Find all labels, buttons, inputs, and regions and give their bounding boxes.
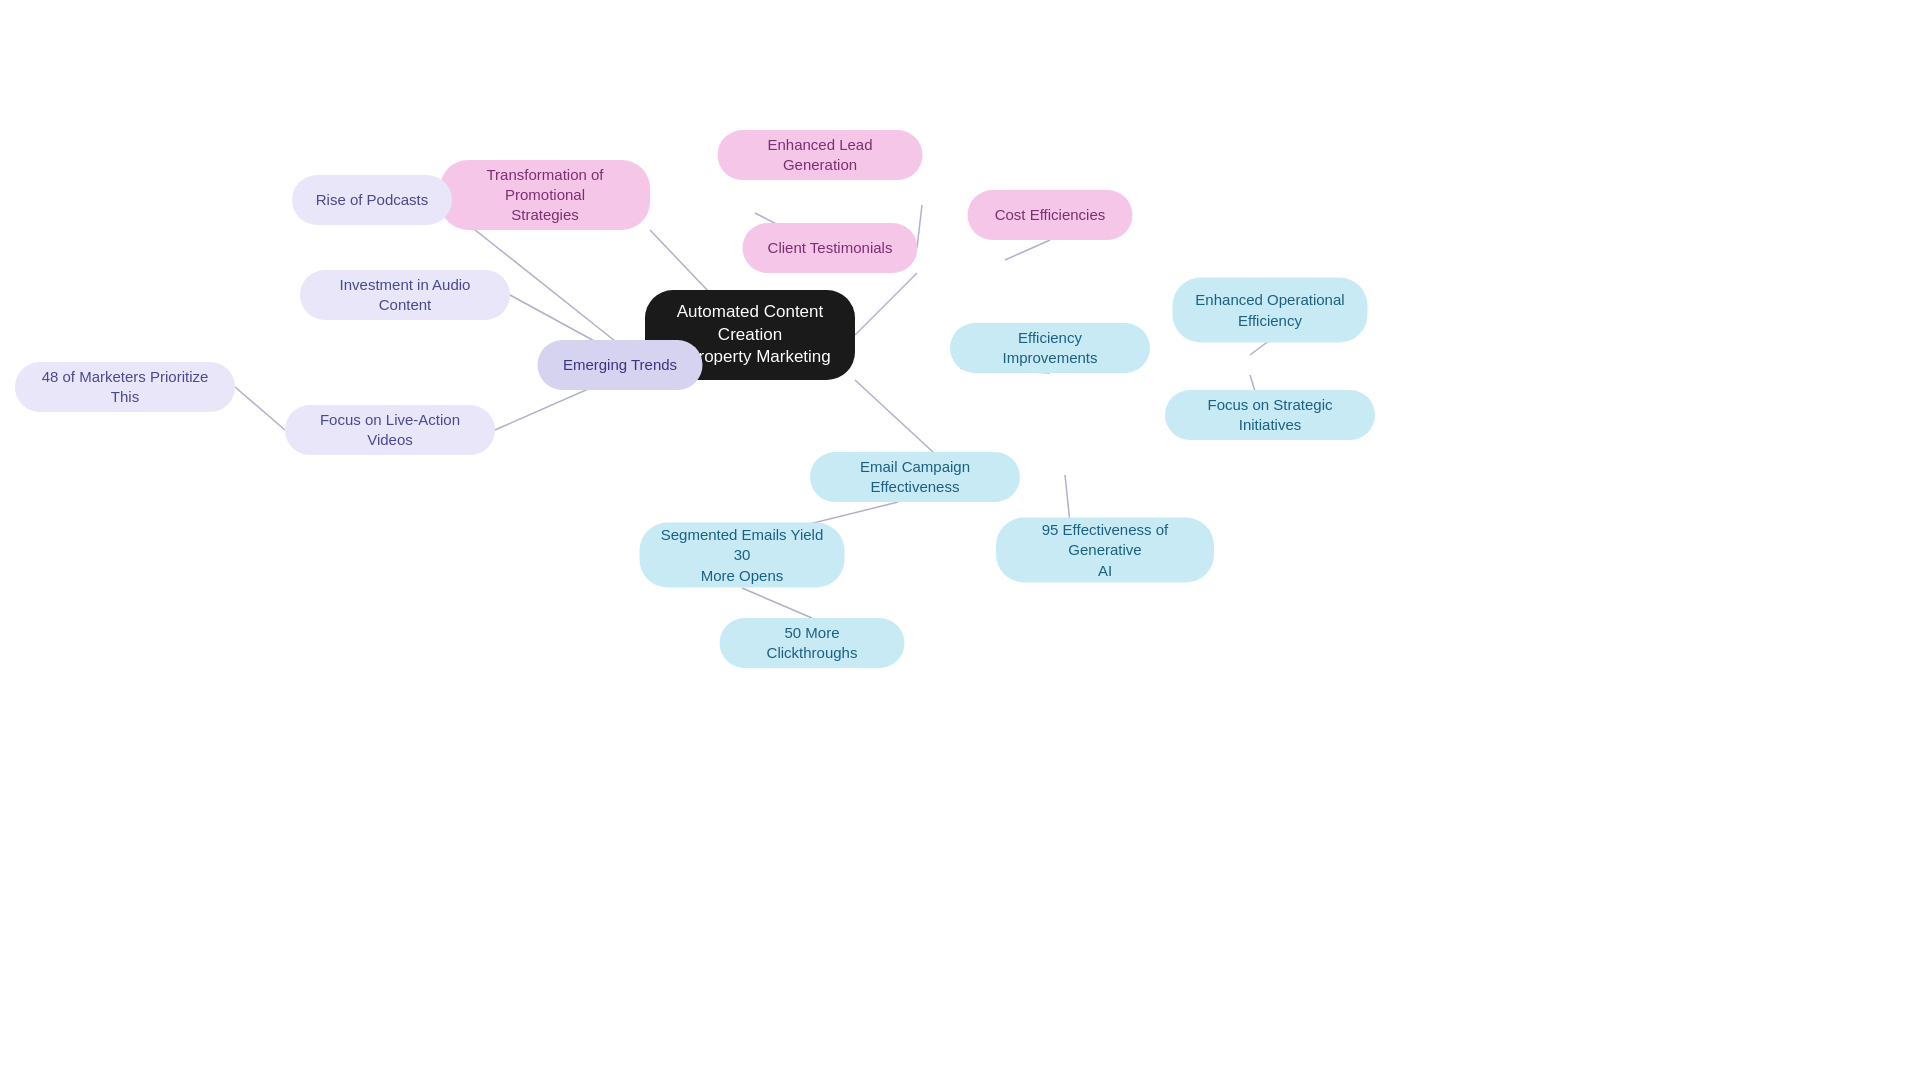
transformation-promotional-node[interactable]: Transformation of Promotional Strategies	[440, 160, 650, 230]
fifty-more-clickthroughs-node[interactable]: 50 More Clickthroughs	[720, 618, 905, 668]
svg-line-1	[917, 205, 922, 248]
focus-strategic-initiatives-label: Focus on Strategic Initiatives	[1185, 395, 1355, 436]
svg-line-10	[742, 588, 812, 618]
svg-line-0	[855, 273, 917, 335]
rise-of-podcasts-label: Rise of Podcasts	[316, 190, 429, 210]
svg-line-11	[1065, 475, 1070, 523]
rise-of-podcasts-node[interactable]: Rise of Podcasts	[292, 175, 452, 225]
segmented-emails-node[interactable]: Segmented Emails Yield 30 More Opens	[640, 523, 845, 588]
fifty-more-clickthroughs-label: 50 More Clickthroughs	[740, 623, 885, 664]
investment-audio-content-node[interactable]: Investment in Audio Content	[300, 270, 510, 320]
transformation-promotional-label: Transformation of Promotional Strategies	[460, 165, 630, 226]
investment-audio-content-label: Investment in Audio Content	[320, 275, 490, 316]
efficiency-improvements-label: Efficiency Improvements	[970, 328, 1130, 369]
svg-line-16	[235, 387, 285, 430]
emerging-trends-label: Emerging Trends	[563, 355, 677, 375]
efficiency-improvements-node[interactable]: Efficiency Improvements	[950, 323, 1150, 373]
marketers-prioritize-node[interactable]: 48 of Marketers Prioritize This	[15, 362, 235, 412]
enhanced-operational-efficiency-label: Enhanced Operational Efficiency	[1195, 290, 1344, 331]
enhanced-lead-generation-node[interactable]: Enhanced Lead Generation	[718, 130, 923, 180]
focus-live-action-videos-label: Focus on Live-Action Videos	[305, 410, 475, 451]
email-campaign-effectiveness-node[interactable]: Email Campaign Effectiveness	[810, 452, 1020, 502]
svg-line-2	[1005, 240, 1050, 260]
marketers-prioritize-label: 48 of Marketers Prioritize This	[35, 367, 215, 408]
enhanced-lead-generation-label: Enhanced Lead Generation	[738, 135, 903, 176]
cost-efficiencies-label: Cost Efficiencies	[995, 205, 1106, 225]
focus-live-action-videos-node[interactable]: Focus on Live-Action Videos	[285, 405, 495, 455]
enhanced-operational-efficiency-node[interactable]: Enhanced Operational Efficiency	[1173, 278, 1368, 343]
client-testimonials-label: Client Testimonials	[768, 238, 893, 258]
email-campaign-effectiveness-label: Email Campaign Effectiveness	[830, 457, 1000, 498]
effectiveness-generative-ai-node[interactable]: 95 Effectiveness of Generative AI	[996, 518, 1214, 583]
client-testimonials-node[interactable]: Client Testimonials	[743, 223, 918, 273]
emerging-trends-node[interactable]: Emerging Trends	[538, 340, 703, 390]
segmented-emails-label: Segmented Emails Yield 30 More Opens	[660, 525, 825, 586]
cost-efficiencies-node[interactable]: Cost Efficiencies	[968, 190, 1133, 240]
effectiveness-generative-ai-label: 95 Effectiveness of Generative AI	[1016, 520, 1194, 581]
focus-strategic-initiatives-node[interactable]: Focus on Strategic Initiatives	[1165, 390, 1375, 440]
